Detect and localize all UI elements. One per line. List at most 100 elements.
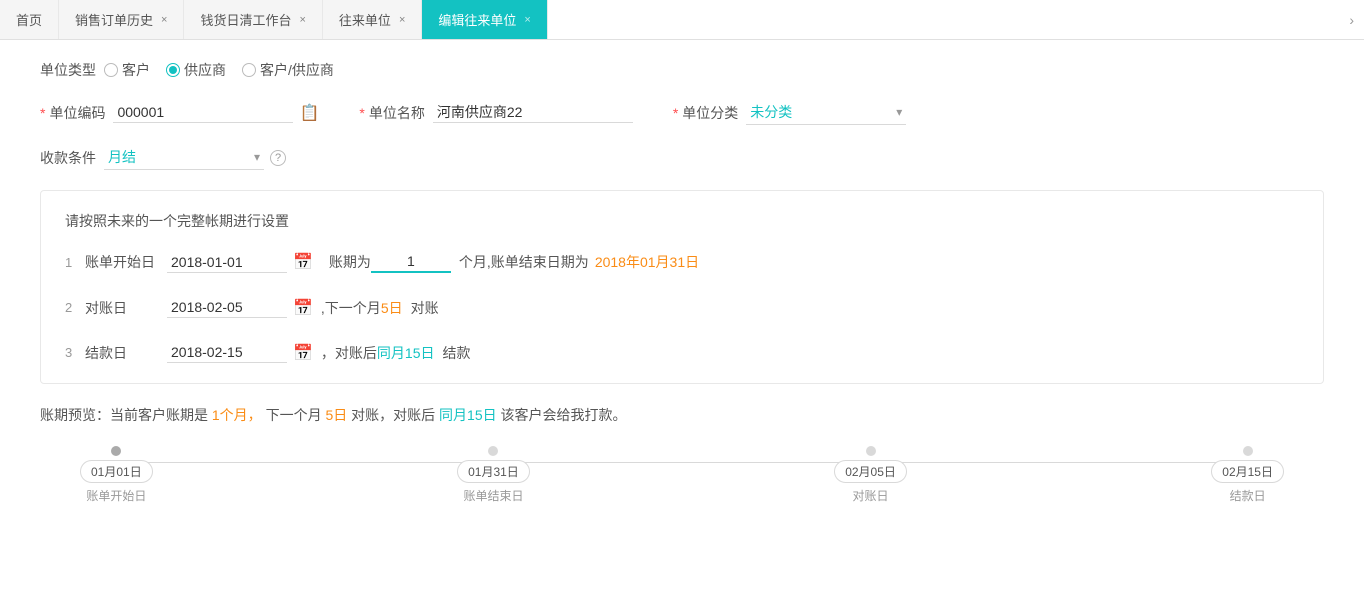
- step-1-label: 账单开始日: [85, 252, 155, 272]
- preview-suffix: 该客户会给我打款。: [501, 407, 627, 423]
- radio-customer-circle: [104, 63, 118, 77]
- payment-prefix: ，对账后: [321, 343, 377, 363]
- step-3-num: 3: [65, 345, 85, 360]
- period-input[interactable]: [371, 251, 451, 273]
- setting-box: 请按照未来的一个完整帐期进行设置 1 账单开始日 📅 账期为 个月,账单结束日期…: [40, 190, 1324, 384]
- timeline-point-1: 01月01日 账单开始日: [80, 446, 153, 504]
- start-date-input[interactable]: [167, 252, 287, 273]
- timeline-badge-4: 02月15日: [1211, 460, 1284, 483]
- payment-date-input[interactable]: [167, 342, 287, 363]
- name-field: * 单位名称: [359, 102, 632, 123]
- timeline-section: 01月01日 账单开始日 01月31日 账单结束日 02月05日 对账日: [40, 446, 1324, 544]
- setting-row-3: 3 结款日 📅 ，对账后 同月15日 结款: [65, 342, 1299, 363]
- tab-sales-history[interactable]: 销售订单历史 ×: [59, 0, 184, 39]
- timeline-points: 01月01日 账单开始日 01月31日 账单结束日 02月05日 对账日: [80, 446, 1284, 504]
- payment-day-highlight: 同月15日: [377, 343, 435, 363]
- payment-label: 收款条件: [40, 148, 96, 168]
- timeline-dot-3: [866, 446, 876, 456]
- tab-counterpart[interactable]: 往来单位 ×: [323, 0, 422, 39]
- timeline-label-4: 结款日: [1230, 487, 1266, 504]
- payment-calendar-icon[interactable]: 📅: [293, 343, 313, 363]
- timeline-dot-1: [111, 446, 121, 456]
- timeline-dot-4: [1243, 446, 1253, 456]
- code-input[interactable]: [113, 102, 293, 123]
- category-select[interactable]: 未分类 ▾: [746, 100, 906, 125]
- tab-home-label: 首页: [16, 10, 42, 29]
- tab-sales-history-close[interactable]: ×: [161, 14, 167, 26]
- category-arrow-icon: ▾: [896, 105, 902, 119]
- tab-counterpart-label: 往来单位: [339, 10, 391, 29]
- step-3-label: 结款日: [85, 343, 155, 363]
- timeline-dot-2: [488, 446, 498, 456]
- period-suffix: 个月,账单结束日期为: [459, 252, 589, 272]
- payment-arrow-icon: ▾: [254, 150, 260, 164]
- tab-edit-counterpart-label: 编辑往来单位: [438, 10, 516, 29]
- timeline-label-3: 对账日: [853, 487, 889, 504]
- tab-counterpart-close[interactable]: ×: [399, 14, 405, 26]
- setting-row-1: 1 账单开始日 📅 账期为 个月,账单结束日期为 2018年01月31日: [65, 251, 1299, 273]
- timeline-point-2: 01月31日 账单结束日: [457, 446, 530, 504]
- tab-arrow[interactable]: ›: [1339, 0, 1364, 39]
- preview-prefix: 账期预览：当前客户账期是: [40, 407, 208, 423]
- timeline-label-1: 账单开始日: [86, 487, 146, 504]
- category-value: 未分类: [750, 102, 896, 122]
- reconcile-date-input[interactable]: [167, 297, 287, 318]
- step-2-num: 2: [65, 300, 85, 315]
- start-date-calendar-icon[interactable]: 📅: [293, 252, 313, 272]
- name-label: 单位名称: [369, 103, 425, 123]
- payment-help-icon[interactable]: ?: [270, 150, 286, 166]
- code-field: * 单位编码 📋: [40, 102, 319, 123]
- reconcile-day-highlight: 5日: [381, 298, 403, 318]
- preview-section: 账期预览：当前客户账期是 1个月， 下一个月 5日 对账，对账后 同月15日 该…: [40, 404, 1324, 426]
- radio-both-label: 客户/供应商: [260, 60, 334, 80]
- radio-supplier[interactable]: 供应商: [166, 60, 226, 80]
- unit-type-row: 单位类型 客户 供应商 客户/供应商: [40, 60, 1324, 80]
- tab-cash-work-label: 钱货日清工作台: [200, 10, 291, 29]
- step-1-num: 1: [65, 255, 85, 270]
- tab-sales-history-label: 销售订单历史: [75, 10, 153, 29]
- radio-supplier-label: 供应商: [184, 60, 226, 80]
- reconcile-prefix: ,下一个月: [321, 298, 381, 318]
- step-2-label: 对账日: [85, 298, 155, 318]
- preview-payment: 同月15日: [439, 407, 497, 423]
- reconcile-suffix: 对账: [411, 298, 439, 318]
- end-date-highlight: 2018年01月31日: [595, 252, 699, 272]
- payment-row: 收款条件 月结 ▾ ?: [40, 145, 1324, 170]
- timeline-badge-2: 01月31日: [457, 460, 530, 483]
- tab-cash-work-close[interactable]: ×: [299, 14, 305, 26]
- unit-type-label: 单位类型: [40, 60, 96, 80]
- radio-both[interactable]: 客户/供应商: [242, 60, 334, 80]
- payment-select[interactable]: 月结 ▾: [104, 145, 264, 170]
- payment-value: 月结: [108, 147, 254, 167]
- payment-suffix: 结款: [443, 343, 471, 363]
- name-input[interactable]: [433, 102, 633, 123]
- preview-period: 1个月，: [212, 407, 262, 423]
- timeline-badge-3: 02月05日: [834, 460, 907, 483]
- name-star: *: [359, 105, 364, 121]
- radio-customer[interactable]: 客户: [104, 60, 150, 80]
- preview-reconcile: 5日: [325, 407, 347, 423]
- code-calendar-icon[interactable]: 📋: [299, 103, 319, 123]
- radio-group: 客户 供应商 客户/供应商: [104, 60, 334, 80]
- timeline-label-2: 账单结束日: [463, 487, 523, 504]
- tab-bar: 首页 销售订单历史 × 钱货日清工作台 × 往来单位 × 编辑往来单位 × ›: [0, 0, 1364, 40]
- reconcile-calendar-icon[interactable]: 📅: [293, 298, 313, 318]
- category-field: * 单位分类 未分类 ▾: [673, 100, 906, 125]
- timeline-point-3: 02月05日 对账日: [834, 446, 907, 504]
- radio-supplier-circle: [166, 63, 180, 77]
- unit-info-row: * 单位编码 📋 * 单位名称 * 单位分类 未分类 ▾: [40, 100, 1324, 125]
- timeline-point-4: 02月15日 结款日: [1211, 446, 1284, 504]
- radio-customer-label: 客户: [122, 60, 150, 80]
- main-content: 单位类型 客户 供应商 客户/供应商 * 单位编码 📋 * 单位名称: [0, 40, 1364, 608]
- period-label: 账期为: [329, 252, 371, 272]
- code-label: 单位编码: [49, 103, 105, 123]
- tab-home[interactable]: 首页: [0, 0, 59, 39]
- category-label: 单位分类: [682, 103, 738, 123]
- radio-both-circle: [242, 63, 256, 77]
- setting-title: 请按照未来的一个完整帐期进行设置: [65, 211, 1299, 231]
- tab-edit-counterpart-close[interactable]: ×: [524, 14, 530, 26]
- code-star: *: [40, 105, 45, 121]
- tab-edit-counterpart[interactable]: 编辑往来单位 ×: [422, 0, 547, 39]
- tab-cash-work[interactable]: 钱货日清工作台 ×: [184, 0, 322, 39]
- preview-middle2: 对账，对账后: [351, 407, 435, 423]
